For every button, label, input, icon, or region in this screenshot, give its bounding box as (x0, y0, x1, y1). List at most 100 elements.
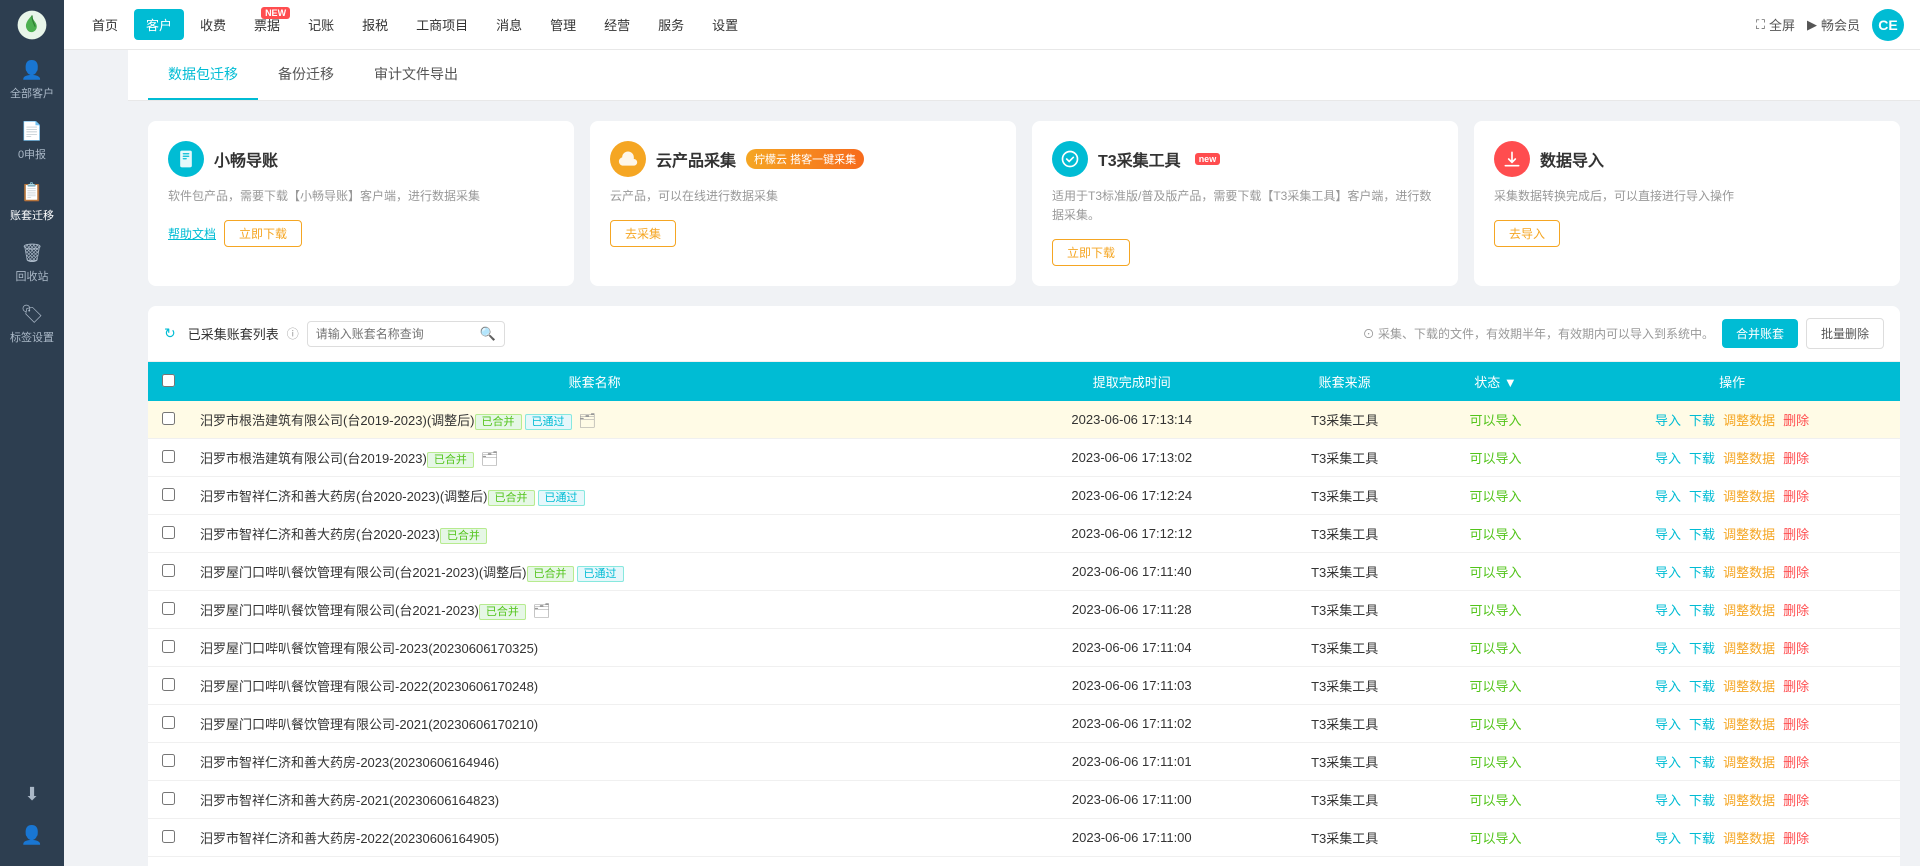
nav-billing[interactable]: 收费 (188, 9, 238, 40)
action-调整数据[interactable]: 调整数据 (1723, 755, 1775, 770)
go-import-btn[interactable]: 去导入 (1494, 220, 1560, 247)
sidebar-item-account-migrate[interactable]: 📋 账套迁移 (0, 172, 64, 233)
row-checkbox-2[interactable] (162, 488, 175, 501)
batch-delete-btn[interactable]: 批量删除 (1806, 318, 1884, 349)
action-下载[interactable]: 下载 (1689, 793, 1715, 808)
row-checkbox-4[interactable] (162, 564, 175, 577)
action-下载[interactable]: 下载 (1689, 565, 1715, 580)
row-checkbox-10[interactable] (162, 792, 175, 805)
action-删除[interactable]: 删除 (1783, 527, 1809, 542)
action-调整数据[interactable]: 调整数据 (1723, 413, 1775, 428)
row-checkbox-7[interactable] (162, 678, 175, 691)
nav-manage[interactable]: 管理 (538, 9, 588, 40)
avatar[interactable]: CE (1872, 9, 1904, 41)
action-导入[interactable]: 导入 (1655, 413, 1681, 428)
sidebar-item-zero-report[interactable]: 📄 0申报 (0, 111, 64, 172)
download-now-btn-1[interactable]: 立即下载 (224, 220, 302, 247)
action-下载[interactable]: 下载 (1689, 641, 1715, 656)
action-导入[interactable]: 导入 (1655, 831, 1681, 846)
action-删除[interactable]: 删除 (1783, 603, 1809, 618)
member-btn[interactable]: ▶ 畅会员 (1807, 15, 1860, 34)
action-下载[interactable]: 下载 (1689, 831, 1715, 846)
row-checkbox-3[interactable] (162, 526, 175, 539)
tab-data-migrate[interactable]: 数据包迁移 (148, 50, 258, 100)
nav-tax[interactable]: 报税 (350, 9, 400, 40)
nav-client[interactable]: 客户 (134, 9, 184, 40)
nav-service[interactable]: 服务 (646, 9, 696, 40)
action-调整数据[interactable]: 调整数据 (1723, 831, 1775, 846)
action-下载[interactable]: 下载 (1689, 717, 1715, 732)
row-checkbox-6[interactable] (162, 640, 175, 653)
action-删除[interactable]: 删除 (1783, 831, 1809, 846)
row-checkbox-5[interactable] (162, 602, 175, 615)
action-下载[interactable]: 下载 (1689, 527, 1715, 542)
action-调整数据[interactable]: 调整数据 (1723, 451, 1775, 466)
row-copy-icon[interactable]: 🗂 (481, 450, 499, 466)
action-下载[interactable]: 下载 (1689, 489, 1715, 504)
action-导入[interactable]: 导入 (1655, 679, 1681, 694)
nav-setting[interactable]: 设置 (700, 9, 750, 40)
fullscreen-btn[interactable]: ⛶ 全屏 (1756, 15, 1795, 34)
action-调整数据[interactable]: 调整数据 (1723, 641, 1775, 656)
action-删除[interactable]: 删除 (1783, 565, 1809, 580)
sidebar-item-label-settings[interactable]: 🏷 标签设置 (0, 294, 64, 355)
help-icon[interactable]: ⓘ (287, 325, 299, 342)
action-调整数据[interactable]: 调整数据 (1723, 489, 1775, 504)
nav-invoice[interactable]: 票据 NEW (242, 9, 292, 40)
sidebar-item-user-settings[interactable]: 👤 (0, 815, 64, 856)
action-导入[interactable]: 导入 (1655, 565, 1681, 580)
action-调整数据[interactable]: 调整数据 (1723, 603, 1775, 618)
action-删除[interactable]: 删除 (1783, 755, 1809, 770)
action-下载[interactable]: 下载 (1689, 755, 1715, 770)
nav-message[interactable]: 消息 (484, 9, 534, 40)
nav-operation[interactable]: 经营 (592, 9, 642, 40)
nav-business[interactable]: 工商项目 (404, 9, 480, 40)
action-调整数据[interactable]: 调整数据 (1723, 793, 1775, 808)
action-导入[interactable]: 导入 (1655, 451, 1681, 466)
merge-btn[interactable]: 合并账套 (1722, 319, 1798, 348)
search-icon[interactable]: 🔍 (480, 326, 496, 342)
tab-backup-migrate[interactable]: 备份迁移 (258, 50, 354, 100)
go-collect-btn[interactable]: 去采集 (610, 220, 676, 247)
download-now-btn-2[interactable]: 立即下载 (1052, 239, 1130, 266)
sidebar-item-recycle[interactable]: 🗑 回收站 (0, 233, 64, 294)
action-导入[interactable]: 导入 (1655, 793, 1681, 808)
action-下载[interactable]: 下载 (1689, 413, 1715, 428)
action-删除[interactable]: 删除 (1783, 717, 1809, 732)
action-删除[interactable]: 删除 (1783, 489, 1809, 504)
row-copy-icon[interactable]: 🗂 (533, 602, 551, 618)
nav-home[interactable]: 首页 (80, 9, 130, 40)
help-doc-link[interactable]: 帮助文档 (168, 225, 216, 242)
row-checkbox-8[interactable] (162, 716, 175, 729)
select-all-checkbox[interactable] (162, 374, 175, 387)
action-导入[interactable]: 导入 (1655, 717, 1681, 732)
nav-accounting[interactable]: 记账 (296, 9, 346, 40)
sidebar-item-all-clients[interactable]: 👤 全部客户 (0, 50, 64, 111)
refresh-icon[interactable]: ↻ (164, 325, 176, 342)
action-删除[interactable]: 删除 (1783, 451, 1809, 466)
action-删除[interactable]: 删除 (1783, 413, 1809, 428)
row-checkbox-0[interactable] (162, 412, 175, 425)
action-导入[interactable]: 导入 (1655, 641, 1681, 656)
action-导入[interactable]: 导入 (1655, 489, 1681, 504)
action-调整数据[interactable]: 调整数据 (1723, 679, 1775, 694)
col-status[interactable]: 状态 ▼ (1427, 362, 1564, 401)
action-删除[interactable]: 删除 (1783, 679, 1809, 694)
row-checkbox-1[interactable] (162, 450, 175, 463)
action-下载[interactable]: 下载 (1689, 451, 1715, 466)
search-input[interactable] (316, 327, 476, 341)
action-下载[interactable]: 下载 (1689, 603, 1715, 618)
action-下载[interactable]: 下载 (1689, 679, 1715, 694)
row-copy-icon[interactable]: 🗂 (579, 412, 597, 428)
action-删除[interactable]: 删除 (1783, 641, 1809, 656)
action-删除[interactable]: 删除 (1783, 793, 1809, 808)
action-导入[interactable]: 导入 (1655, 755, 1681, 770)
sidebar-item-download[interactable]: ⬇ (0, 774, 64, 815)
row-checkbox-11[interactable] (162, 830, 175, 843)
action-导入[interactable]: 导入 (1655, 527, 1681, 542)
tab-audit-export[interactable]: 审计文件导出 (354, 50, 478, 100)
action-导入[interactable]: 导入 (1655, 603, 1681, 618)
action-调整数据[interactable]: 调整数据 (1723, 527, 1775, 542)
action-调整数据[interactable]: 调整数据 (1723, 565, 1775, 580)
action-调整数据[interactable]: 调整数据 (1723, 717, 1775, 732)
